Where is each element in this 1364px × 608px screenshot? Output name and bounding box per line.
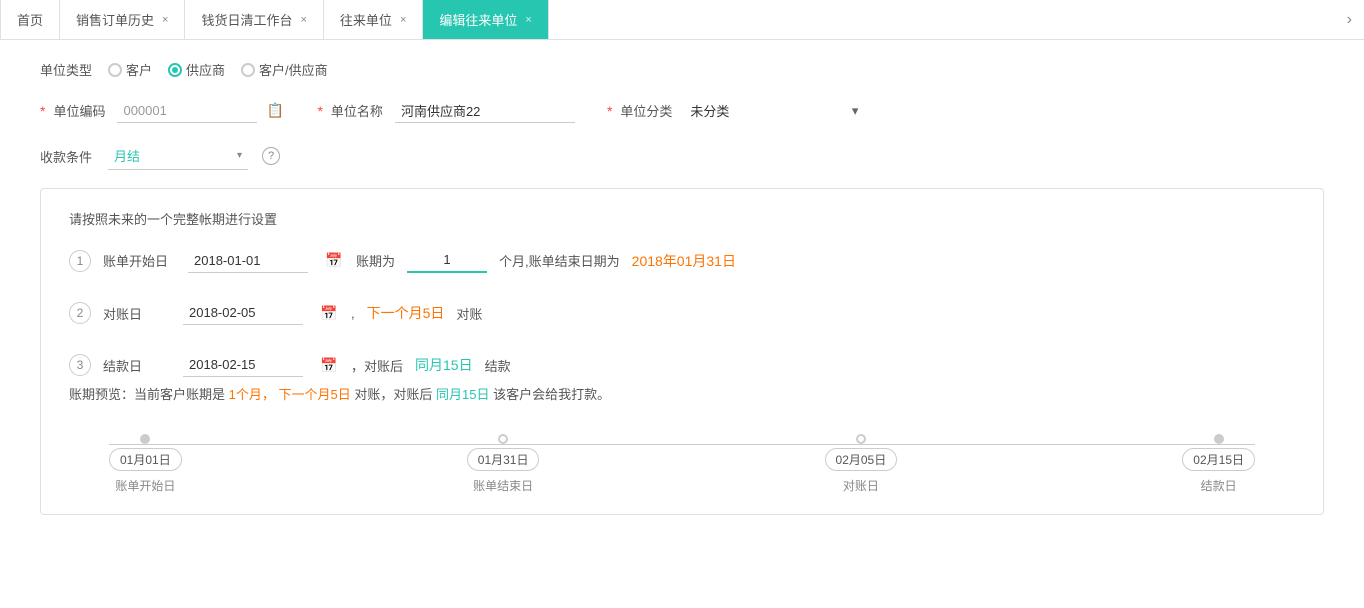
- required-star-name: *: [317, 103, 322, 119]
- radio-circle-supplier: [168, 63, 182, 77]
- timeline-point-0: 01月01日 账单开始日: [109, 434, 182, 494]
- reconcile-date-calendar-icon[interactable]: 📅: [319, 303, 339, 323]
- tab-trade-unit[interactable]: 往来单位 ×: [324, 0, 423, 39]
- preview-label: 账期预览：当前客户账期是: [69, 387, 225, 402]
- period-settings-section: 请按照未来的一个完整帐期进行设置 1 账单开始日 📅 账期为 个月,账单结束日期…: [40, 188, 1324, 515]
- unit-type-label: 单位类型: [40, 60, 92, 79]
- step-label-2: 对账日: [103, 304, 163, 323]
- timeline-point-1: 01月31日 账单结束日: [467, 434, 540, 494]
- close-tab-cash-work[interactable]: ×: [300, 14, 306, 26]
- unit-name-input[interactable]: [395, 99, 575, 123]
- step-3-prefix: ，对账后: [351, 356, 403, 375]
- payment-condition-row: 收款条件 月结 ▾ ?: [40, 142, 1324, 170]
- timeline-tag-0: 01月01日: [109, 448, 182, 471]
- preview-payment: 同月15日: [436, 387, 489, 402]
- radio-circle-both: [241, 63, 255, 77]
- step-num-2: 2: [69, 302, 91, 324]
- payment-condition-value: 月结: [114, 146, 233, 165]
- main-content: 单位类型 客户 供应商 客户/供应商 * 单位编码 📋 * 单位名称: [0, 40, 1364, 608]
- step-3-highlight: 同月15日: [415, 355, 473, 375]
- close-tab-sales-history[interactable]: ×: [162, 14, 168, 26]
- step-2-prefix: ,: [351, 306, 355, 321]
- payment-condition-select[interactable]: 月结 ▾: [108, 142, 248, 170]
- unit-classify-label: 单位分类: [620, 101, 672, 120]
- radio-label-supplier: 供应商: [186, 60, 225, 79]
- timeline-tag-3: 02月15日: [1182, 448, 1255, 471]
- step-num-1: 1: [69, 250, 91, 272]
- timeline-dot-0: [140, 434, 150, 444]
- step-1-suffix-after: 个月,账单结束日期为: [499, 251, 620, 270]
- step-row-1: 1 账单开始日 📅 账期为 个月,账单结束日期为 2018年01月31日: [69, 248, 1295, 273]
- classify-chevron-icon: [852, 102, 859, 119]
- unit-info-row: * 单位编码 📋 * 单位名称 * 单位分类 未分类: [40, 97, 1324, 124]
- unit-code-group: * 单位编码 📋: [40, 99, 285, 123]
- preview-reconcile-suffix: 对账，对账后: [354, 387, 432, 402]
- payment-condition-chevron-icon: ▾: [237, 150, 242, 161]
- period-end-date: 2018年01月31日: [632, 251, 736, 271]
- step-row-3: 3 结款日 📅 ，对账后 同月15日 结款: [69, 353, 1295, 377]
- timeline-point-2: 02月05日 对账日: [825, 434, 898, 494]
- step-2-highlight: 下一个月5日: [367, 303, 445, 323]
- step-3-suffix: 结款: [485, 356, 511, 375]
- unit-name-label: 单位名称: [331, 101, 383, 120]
- timeline-points: 01月01日 账单开始日 01月31日 账单结束日 02月05日 对账日 02月…: [109, 434, 1255, 494]
- step-label-1: 账单开始日: [103, 251, 168, 270]
- radio-customer[interactable]: 客户: [108, 60, 152, 79]
- tab-scroll-arrow[interactable]: ›: [1335, 11, 1364, 29]
- unit-classify-group: * 单位分类 未分类: [607, 97, 864, 124]
- step-row-2: 2 对账日 📅 , 下一个月5日 对账: [69, 301, 1295, 325]
- start-date-calendar-icon[interactable]: 📅: [324, 251, 344, 271]
- unit-type-row: 单位类型 客户 供应商 客户/供应商: [40, 60, 1324, 79]
- required-star-classify: *: [607, 103, 612, 119]
- radio-both[interactable]: 客户/供应商: [241, 60, 328, 79]
- unit-classify-select[interactable]: 未分类: [684, 97, 864, 124]
- timeline: 01月01日 账单开始日 01月31日 账单结束日 02月05日 对账日 02月…: [69, 434, 1295, 494]
- unit-type-radio-group: 客户 供应商 客户/供应商: [108, 60, 328, 79]
- copy-icon[interactable]: 📋: [265, 101, 285, 121]
- unit-classify-value: 未分类: [690, 101, 851, 120]
- timeline-sublabel-0: 账单开始日: [115, 477, 175, 494]
- help-icon[interactable]: ?: [262, 147, 280, 165]
- tab-home[interactable]: 首页: [0, 0, 60, 39]
- step-2-suffix: 对账: [456, 304, 482, 323]
- timeline-sublabel-2: 对账日: [843, 477, 879, 494]
- payment-date-calendar-icon[interactable]: 📅: [319, 355, 339, 375]
- radio-label-customer: 客户: [126, 60, 152, 79]
- tab-cash-work[interactable]: 钱货日清工作台 ×: [185, 0, 323, 39]
- payment-date-input[interactable]: [183, 353, 303, 377]
- timeline-dot-1: [498, 434, 508, 444]
- timeline-sublabel-1: 账单结束日: [473, 477, 533, 494]
- tab-edit-unit[interactable]: 编辑往来单位 ×: [423, 0, 548, 39]
- reconcile-date-input[interactable]: [183, 301, 303, 325]
- payment-condition-label: 收款条件: [40, 147, 92, 166]
- close-tab-edit-unit[interactable]: ×: [525, 14, 531, 26]
- timeline-dot-2: [856, 434, 866, 444]
- preview-tail: 该客户会给我打款。: [493, 387, 610, 402]
- radio-supplier[interactable]: 供应商: [168, 60, 225, 79]
- timeline-point-3: 02月15日 结款日: [1182, 434, 1255, 494]
- start-date-input[interactable]: [188, 249, 308, 273]
- timeline-tag-2: 02月05日: [825, 448, 898, 471]
- tab-bar: 首页 销售订单历史 × 钱货日清工作台 × 往来单位 × 编辑往来单位 × ›: [0, 0, 1364, 40]
- step-label-3: 结款日: [103, 356, 163, 375]
- preview-text: 账期预览：当前客户账期是 1个月， 下一个月5日 对账，对账后 同月15日 该客…: [69, 385, 1295, 406]
- preview-reconcile: 下一个月5日: [279, 387, 351, 402]
- timeline-dot-3: [1214, 434, 1224, 444]
- timeline-sublabel-3: 结款日: [1201, 477, 1237, 494]
- step-num-3: 3: [69, 354, 91, 376]
- tab-sales-history[interactable]: 销售订单历史 ×: [60, 0, 185, 39]
- required-star-code: *: [40, 103, 45, 119]
- timeline-tag-1: 01月31日: [467, 448, 540, 471]
- step-1-suffix-before: 账期为: [356, 251, 395, 270]
- unit-code-input[interactable]: [117, 99, 257, 123]
- preview-period: 1个月，: [229, 387, 275, 402]
- period-month-input[interactable]: [407, 248, 487, 273]
- radio-circle-customer: [108, 63, 122, 77]
- close-tab-trade-unit[interactable]: ×: [400, 14, 406, 26]
- unit-code-label: 单位编码: [53, 101, 105, 120]
- unit-name-group: * 单位名称: [317, 99, 574, 123]
- section-instruction: 请按照未来的一个完整帐期进行设置: [69, 209, 1295, 228]
- radio-label-both: 客户/供应商: [259, 60, 328, 79]
